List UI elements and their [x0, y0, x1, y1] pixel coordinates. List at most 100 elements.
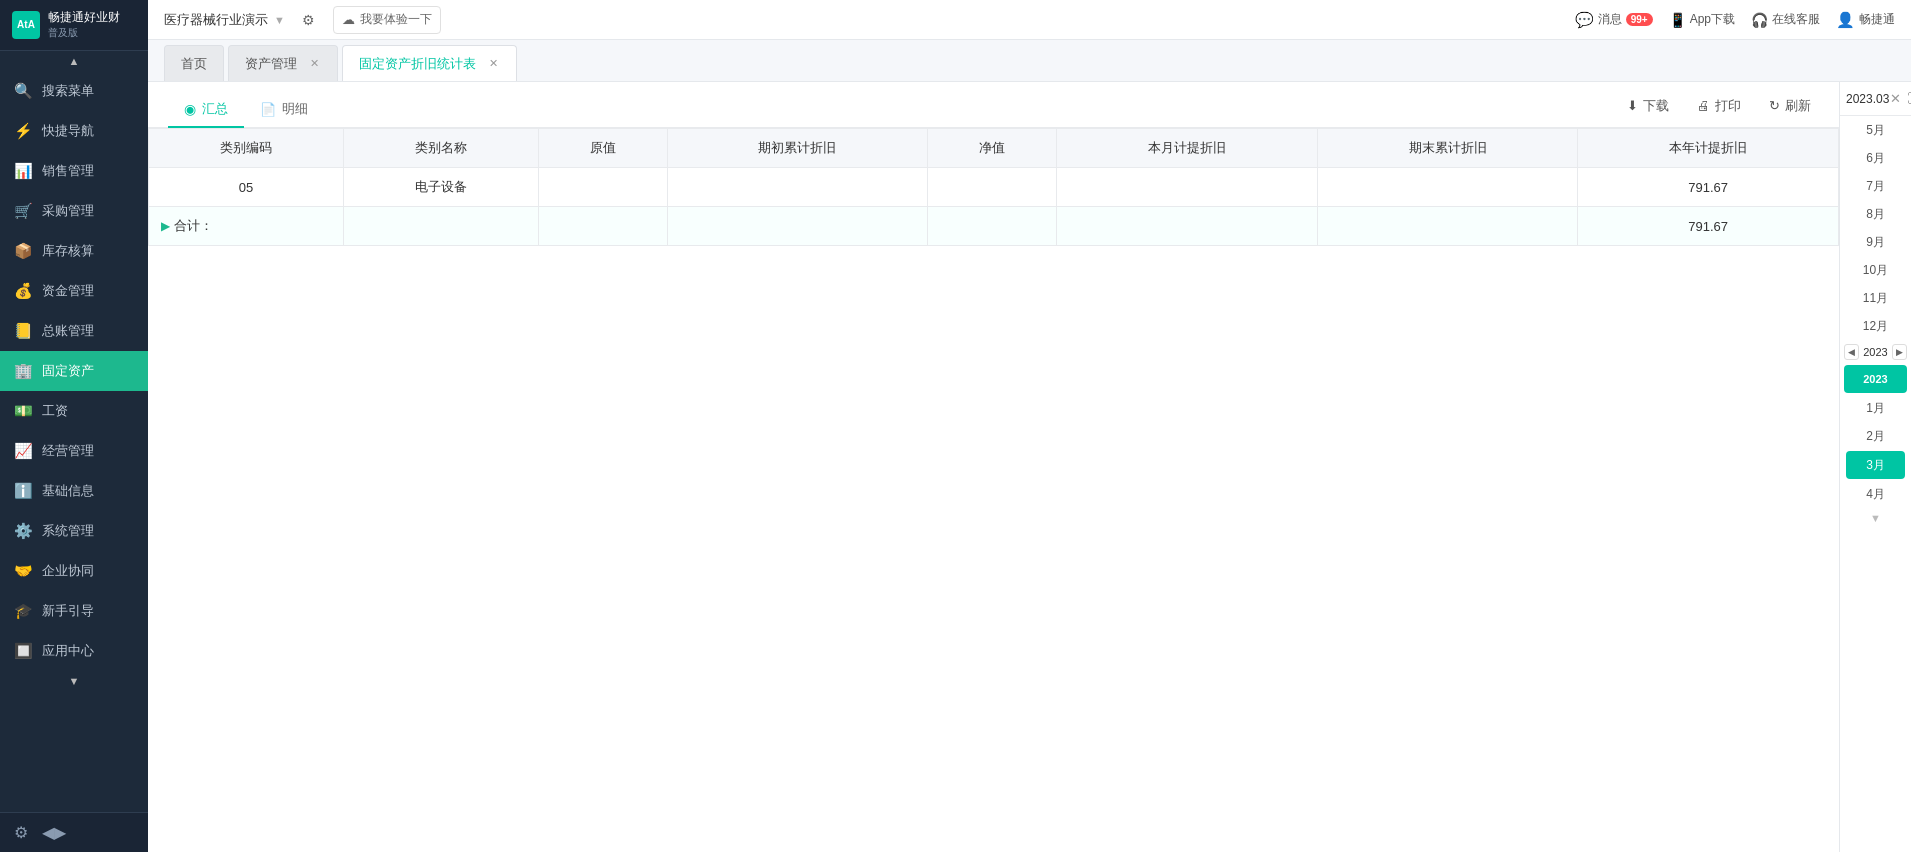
date-scroll[interactable]: 5月6月7月8月9月10月11月12月 ◀ 2023 ▶ 20231月2月3月4…: [1840, 116, 1911, 852]
sidebar-label-payroll: 工资: [42, 402, 68, 420]
sidebar-scroll-up[interactable]: ▲: [0, 51, 148, 71]
subtab-summary[interactable]: ◉ 汇总: [168, 92, 244, 128]
summary-cell: [667, 207, 928, 246]
month-item[interactable]: 12月: [1840, 312, 1911, 340]
sidebar-label-finance: 资金管理: [42, 282, 94, 300]
sidebar-icon-app-center: 🔲: [14, 642, 32, 660]
table-cell: 电子设备: [343, 168, 538, 207]
tab-asset-mgmt[interactable]: 资产管理 ✕: [228, 45, 338, 81]
app-download-icon: 📱: [1669, 12, 1686, 28]
tab-home[interactable]: 首页: [164, 45, 224, 81]
sidebar-item-sales[interactable]: 📊销售管理: [0, 151, 148, 191]
notification-btn[interactable]: 💬 消息 99+: [1575, 11, 1653, 29]
month-item[interactable]: 4月: [1840, 480, 1911, 508]
tab-bar: 首页资产管理✕固定资产折旧统计表✕: [148, 40, 1911, 82]
table-cell: [667, 168, 928, 207]
sidebar-item-basic-info[interactable]: ℹ️基础信息: [0, 471, 148, 511]
sidebar-item-quick-nav[interactable]: ⚡快捷导航: [0, 111, 148, 151]
year-badge[interactable]: 2023: [1844, 365, 1907, 393]
date-scroll-down[interactable]: ▼: [1840, 508, 1911, 528]
tab-close-asset-mgmt[interactable]: ✕: [307, 57, 321, 71]
month-item[interactable]: 5月: [1840, 116, 1911, 144]
sidebar-item-ledger[interactable]: 📒总账管理: [0, 311, 148, 351]
app-logo-icon: AtA: [12, 11, 40, 39]
panel-expand-icon[interactable]: ⛶: [1906, 90, 1911, 107]
month-item[interactable]: 9月: [1840, 228, 1911, 256]
sidebar-item-search[interactable]: 🔍搜索菜单: [0, 71, 148, 111]
year-next-btn[interactable]: ▶: [1892, 344, 1907, 360]
sidebar-item-payroll[interactable]: 💵工资: [0, 391, 148, 431]
sidebar-label-quick-nav: 快捷导航: [42, 122, 94, 140]
sidebar-item-ops[interactable]: 📈经营管理: [0, 431, 148, 471]
download-icon: ⬇: [1627, 98, 1638, 113]
table-cell: [1317, 168, 1578, 207]
right-panel-header: 2023.03 ✕ ⛶: [1840, 82, 1911, 116]
sidebar-item-fixed-assets[interactable]: 🏢固定资产: [0, 351, 148, 391]
month-item[interactable]: 11月: [1840, 284, 1911, 312]
month-item[interactable]: 6月: [1840, 144, 1911, 172]
month-item[interactable]: 8月: [1840, 200, 1911, 228]
content-area: ◉ 汇总 📄 明细 ⬇ 下载 🖨 打印: [148, 82, 1911, 852]
subtab-bar: ◉ 汇总 📄 明细 ⬇ 下载 🖨 打印: [148, 82, 1839, 128]
month-item[interactable]: 3月: [1846, 451, 1905, 479]
month-item[interactable]: 1月: [1840, 394, 1911, 422]
tab-label-asset-mgmt: 资产管理: [245, 55, 297, 73]
summary-cell: 791.67: [1578, 207, 1839, 246]
sidebar-item-enterprise[interactable]: 🤝企业协同: [0, 551, 148, 591]
sidebar-icon-fixed-assets: 🏢: [14, 362, 32, 380]
topbar-right: 💬 消息 99+ 📱 App下载 🎧 在线客服 👤 畅捷通: [1575, 11, 1895, 29]
sidebar-footer: ⚙ ◀▶: [0, 812, 148, 852]
main-area: 医疗器械行业演示 ▼ ⚙ ☁ 我要体验一下 💬 消息 99+ 📱 App下载 🎧…: [148, 0, 1911, 852]
tab-depreciation-table[interactable]: 固定资产折旧统计表✕: [342, 45, 517, 81]
tab-close-depreciation-table[interactable]: ✕: [486, 57, 500, 71]
try-experience-btn[interactable]: ☁ 我要体验一下: [333, 6, 441, 34]
refresh-btn[interactable]: ↻ 刷新: [1761, 93, 1819, 119]
notification-icon: 💬: [1575, 11, 1594, 29]
collapse-icon[interactable]: ◀▶: [42, 823, 66, 842]
summary-cell: [1057, 207, 1318, 246]
settings-icon[interactable]: ⚙: [14, 823, 28, 842]
sidebar-label-search: 搜索菜单: [42, 82, 94, 100]
sidebar-icon-purchase: 🛒: [14, 202, 32, 220]
sidebar-scroll-down[interactable]: ▼: [0, 671, 148, 691]
panel-close-icon[interactable]: ✕: [1889, 90, 1902, 107]
sidebar-icon-guide: 🎓: [14, 602, 32, 620]
year-prev-btn[interactable]: ◀: [1844, 344, 1859, 360]
app-download-btn[interactable]: 📱 App下载: [1669, 11, 1735, 28]
month-item[interactable]: 10月: [1840, 256, 1911, 284]
sidebar-item-purchase[interactable]: 🛒采购管理: [0, 191, 148, 231]
content-main: ◉ 汇总 📄 明细 ⬇ 下载 🖨 打印: [148, 82, 1839, 852]
table-cell: [1057, 168, 1318, 207]
sidebar-icon-inventory: 📦: [14, 242, 32, 260]
sidebar-icon-sys-mgmt: ⚙️: [14, 522, 32, 540]
table-row: 05电子设备791.67: [149, 168, 1839, 207]
topbar-settings-btn[interactable]: ⚙: [295, 6, 323, 34]
sidebar-item-inventory[interactable]: 📦库存核算: [0, 231, 148, 271]
col-header: 期初累计折旧: [667, 129, 928, 168]
subtab-actions: ⬇ 下载 🖨 打印 ↻ 刷新: [1619, 93, 1819, 127]
app-logo-text: 畅捷通好业财 普及版: [48, 10, 120, 40]
summary-cell: [1317, 207, 1578, 246]
summary-expand-icon[interactable]: ▶: [161, 219, 170, 233]
user-menu-btn[interactable]: 👤 畅捷通: [1836, 11, 1895, 29]
sidebar-item-sys-mgmt[interactable]: ⚙️系统管理: [0, 511, 148, 551]
summary-cell: ▶ 合计：: [149, 207, 344, 246]
sidebar-label-basic-info: 基础信息: [42, 482, 94, 500]
try-icon: ☁: [342, 12, 355, 27]
sidebar-item-app-center[interactable]: 🔲应用中心: [0, 631, 148, 671]
company-selector[interactable]: 医疗器械行业演示 ▼: [164, 11, 285, 29]
print-btn[interactable]: 🖨 打印: [1689, 93, 1749, 119]
table-cell: 05: [149, 168, 344, 207]
customer-service-btn[interactable]: 🎧 在线客服: [1751, 11, 1820, 28]
sidebar-item-finance[interactable]: 💰资金管理: [0, 271, 148, 311]
sidebar-icon-enterprise: 🤝: [14, 562, 32, 580]
col-header: 本月计提折旧: [1057, 129, 1318, 168]
company-dropdown-icon[interactable]: ▼: [274, 14, 285, 26]
month-item[interactable]: 7月: [1840, 172, 1911, 200]
download-btn[interactable]: ⬇ 下载: [1619, 93, 1677, 119]
sidebar-item-guide[interactable]: 🎓新手引导: [0, 591, 148, 631]
month-item[interactable]: 2月: [1840, 422, 1911, 450]
chevron-down-icon: ▼: [1870, 512, 1881, 524]
subtab-detail[interactable]: 📄 明细: [244, 92, 324, 128]
sidebar-header: AtA 畅捷通好业财 普及版: [0, 0, 148, 51]
